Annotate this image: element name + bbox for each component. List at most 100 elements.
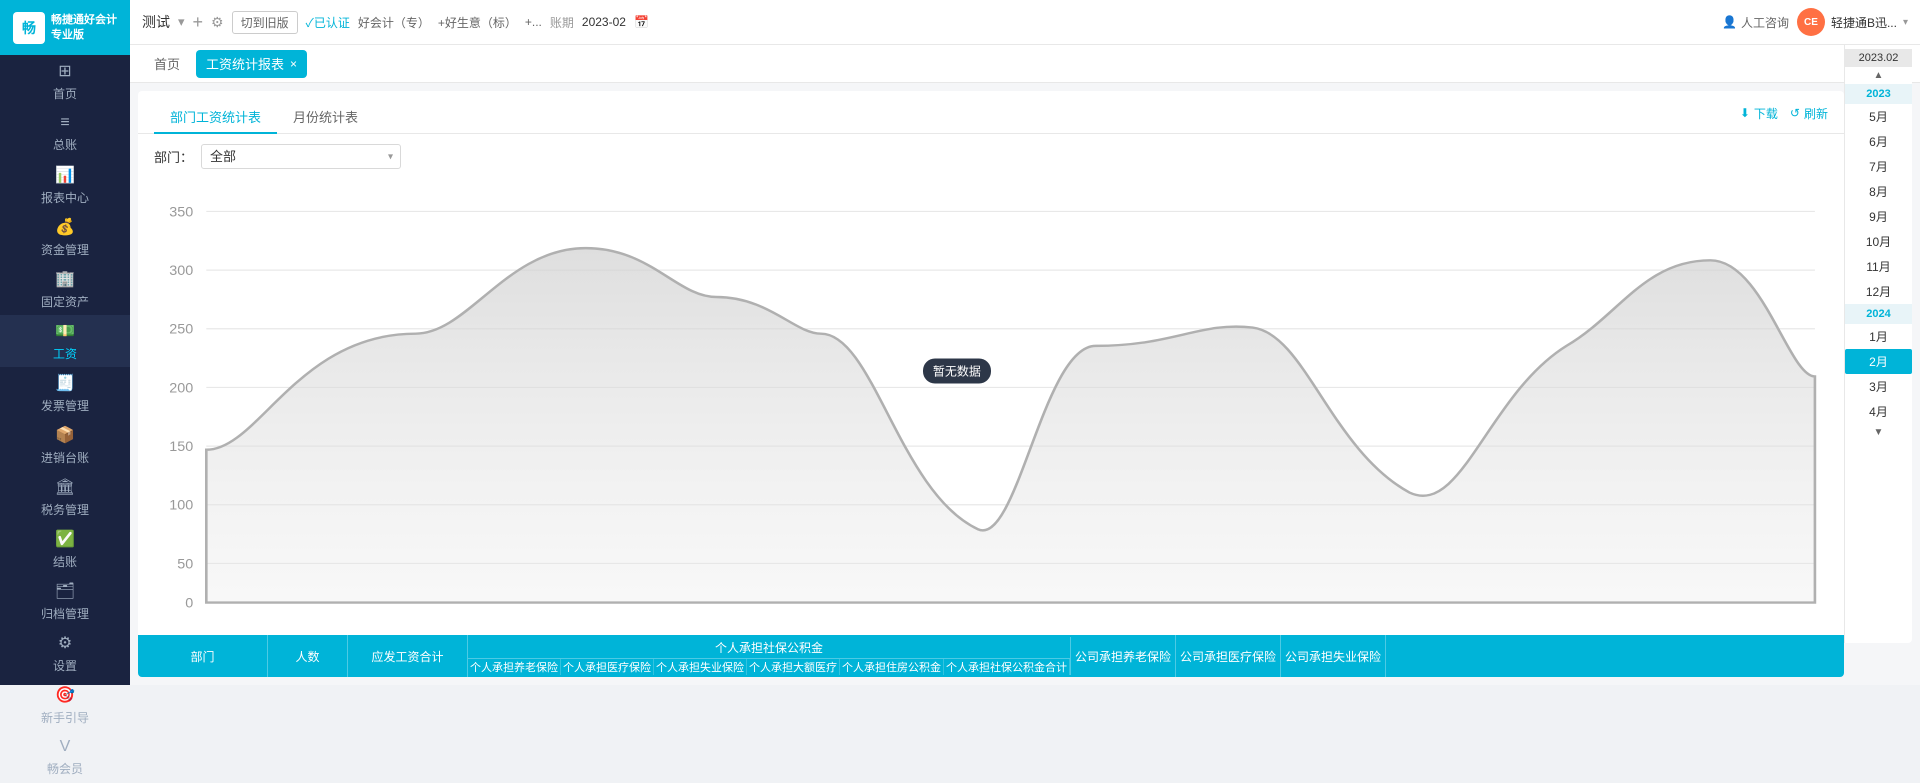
date-year-2024: 2024 xyxy=(1845,304,1912,324)
svg-text:100: 100 xyxy=(169,497,193,512)
sidebar-item-ledger[interactable]: ≡ 总账 xyxy=(0,107,130,159)
add-button[interactable]: + xyxy=(193,12,204,33)
funds-icon: 💰 xyxy=(55,217,75,237)
content-panel: 部门工资统计表 月份统计表 ⬇ 下载 ↺ 刷新 xyxy=(138,91,1844,677)
refresh-button[interactable]: ↺ 刷新 xyxy=(1790,105,1828,122)
col-salary: 应发工资合计 xyxy=(348,635,468,677)
settings-icon: ⚙ xyxy=(58,633,72,653)
certified-status: ✓已认证 xyxy=(306,14,350,31)
dropdown-arrow[interactable]: ▾ xyxy=(178,14,185,30)
user-menu[interactable]: CE 轻捷通B迅... ▾ xyxy=(1797,8,1908,36)
date-month-sep[interactable]: 9月 xyxy=(1845,204,1912,229)
service-type: +好生意（标） xyxy=(438,14,517,31)
more-services: +... xyxy=(525,15,542,29)
date-month-aug[interactable]: 8月 xyxy=(1845,179,1912,204)
tab-salary-report[interactable]: 工资统计报表 × xyxy=(196,50,307,78)
col-headcount: 人数 xyxy=(268,635,348,677)
assistant-button[interactable]: 👤 人工咨询 xyxy=(1722,14,1789,31)
logo-icon: 畅 xyxy=(13,12,45,44)
assistant-icon: 👤 xyxy=(1722,15,1737,29)
sidebar-item-member[interactable]: V 畅会员 xyxy=(0,731,130,783)
sidebar-item-salary[interactable]: 💵 工资 xyxy=(0,315,130,367)
tab-label: 工资统计报表 xyxy=(206,54,284,73)
sub-tab-monthly[interactable]: 月份统计表 xyxy=(277,101,374,134)
account-type: 好会计（专） xyxy=(358,14,430,31)
col-personal-pension: 个人承担养老保险 xyxy=(468,659,561,675)
sub-tabs: 部门工资统计表 月份统计表 ⬇ 下载 ↺ 刷新 xyxy=(138,91,1844,134)
sidebar-item-reports[interactable]: 📊 报表中心 xyxy=(0,159,130,211)
tax-icon: 🏛 xyxy=(55,477,75,497)
username: 轻捷通B迅... xyxy=(1831,14,1897,31)
old-version-button[interactable]: 切到旧版 xyxy=(232,11,298,34)
period-label: 账期 xyxy=(550,14,574,31)
svg-text:50: 50 xyxy=(177,556,193,571)
filter-row: 部门： 全部 ▾ xyxy=(138,134,1844,179)
col-personal-total: 个人承担社保公积金合计 xyxy=(944,659,1070,675)
date-month-feb-active[interactable]: 2月 xyxy=(1845,349,1912,374)
calendar-icon[interactable]: 📅 xyxy=(634,15,649,29)
tabs-bar: 首页 工资统计报表 × ✕ ⬜ xyxy=(130,45,1920,83)
sidebar-item-assets[interactable]: 🏢 固定资产 xyxy=(0,263,130,315)
date-year-2023: 2023 xyxy=(1845,84,1912,104)
col-company-unemployment: 公司承担失业保险 xyxy=(1281,635,1386,677)
sidebar-item-label: 税务管理 xyxy=(41,501,89,518)
sidebar-item-label: 资金管理 xyxy=(41,241,89,258)
sidebar-item-home[interactable]: ⊞ 首页 xyxy=(0,55,130,107)
sidebar-item-label: 设置 xyxy=(53,657,77,674)
sub-tabs-left: 部门工资统计表 月份统计表 xyxy=(154,101,374,133)
tab-home[interactable]: 首页 xyxy=(142,50,192,78)
svg-text:0: 0 xyxy=(185,595,193,610)
sidebar-item-purchase[interactable]: 📦 进销台账 xyxy=(0,419,130,471)
sidebar-item-invoice[interactable]: 🧾 发票管理 xyxy=(0,367,130,419)
date-month-jul[interactable]: 7月 xyxy=(1845,154,1912,179)
date-down-button[interactable]: ▼ xyxy=(1845,424,1912,441)
sidebar-item-funds[interactable]: 💰 资金管理 xyxy=(0,211,130,263)
sub-tab-dept[interactable]: 部门工资统计表 xyxy=(154,101,277,134)
download-icon: ⬇ xyxy=(1740,106,1750,120)
assets-icon: 🏢 xyxy=(55,269,75,289)
date-month-jun[interactable]: 6月 xyxy=(1845,129,1912,154)
col-personal-major-medical: 个人承担大额医疗 xyxy=(747,659,840,675)
sidebar-item-label: 结账 xyxy=(53,553,77,570)
date-month-dec[interactable]: 12月 xyxy=(1845,279,1912,304)
sidebar-item-label: 总账 xyxy=(53,136,77,153)
date-month-may[interactable]: 5月 xyxy=(1845,104,1912,129)
svg-text:200: 200 xyxy=(169,380,193,395)
date-month-mar[interactable]: 3月 xyxy=(1845,374,1912,399)
settings-gear-icon[interactable]: ⚙ xyxy=(211,14,224,31)
period-value: 2023-02 xyxy=(582,15,626,29)
sidebar-logo: 畅 畅捷通好会计专业版 xyxy=(0,0,130,55)
tab-close-button[interactable]: × xyxy=(290,57,297,71)
sidebar-item-tax[interactable]: 🏛 税务管理 xyxy=(0,471,130,523)
sidebar-item-label: 归档管理 xyxy=(41,605,89,622)
dept-filter-label: 部门： xyxy=(154,147,193,166)
download-button[interactable]: ⬇ 下载 xyxy=(1740,105,1778,122)
date-month-jan[interactable]: 1月 xyxy=(1845,324,1912,349)
sidebar-item-guide[interactable]: 🎯 新手引导 xyxy=(0,679,130,731)
main-content: 首页 工资统计报表 × ✕ ⬜ 部门工资统计表 月份统计表 xyxy=(130,45,1920,685)
sidebar-item-label: 固定资产 xyxy=(41,293,89,310)
col-personal-housing: 个人承担住房公积金 xyxy=(840,659,944,675)
col-company-pension: 公司承担养老保险 xyxy=(1071,635,1176,677)
chart-container: 350 300 250 200 150 100 50 0 xyxy=(138,179,1844,635)
sidebar-item-label: 新手引导 xyxy=(41,709,89,726)
reports-icon: 📊 xyxy=(55,165,75,185)
date-month-oct[interactable]: 10月 xyxy=(1845,229,1912,254)
col-company-medical: 公司承担医疗保险 xyxy=(1176,635,1281,677)
date-month-apr[interactable]: 4月 xyxy=(1845,399,1912,424)
logo-text: 畅捷通好会计专业版 xyxy=(51,13,117,42)
sub-tabs-right: ⬇ 下载 ↺ 刷新 xyxy=(1740,105,1828,130)
sidebar-item-archive[interactable]: 🗂 归档管理 xyxy=(0,575,130,627)
sidebar-item-settings[interactable]: ⚙ 设置 xyxy=(0,627,130,679)
dept-select[interactable]: 全部 xyxy=(201,144,401,169)
table-footer: 部门 人数 应发工资合计 个人承担社保公积金 个人承担养老保险 个人承担医疗保险 xyxy=(138,635,1844,677)
invoice-icon: 🧾 xyxy=(55,373,75,393)
content-wrapper: 部门工资统计表 月份统计表 ⬇ 下载 ↺ 刷新 xyxy=(130,83,1920,685)
date-month-nov[interactable]: 11月 xyxy=(1845,254,1912,279)
sidebar-item-checkout[interactable]: ✅ 结账 xyxy=(0,523,130,575)
col-personal-medical: 个人承担医疗保险 xyxy=(561,659,654,675)
dept-select-wrapper: 全部 ▾ xyxy=(201,144,401,169)
member-icon: V xyxy=(60,738,71,756)
home-icon: ⊞ xyxy=(58,61,71,81)
sidebar-item-label: 进销台账 xyxy=(41,449,89,466)
